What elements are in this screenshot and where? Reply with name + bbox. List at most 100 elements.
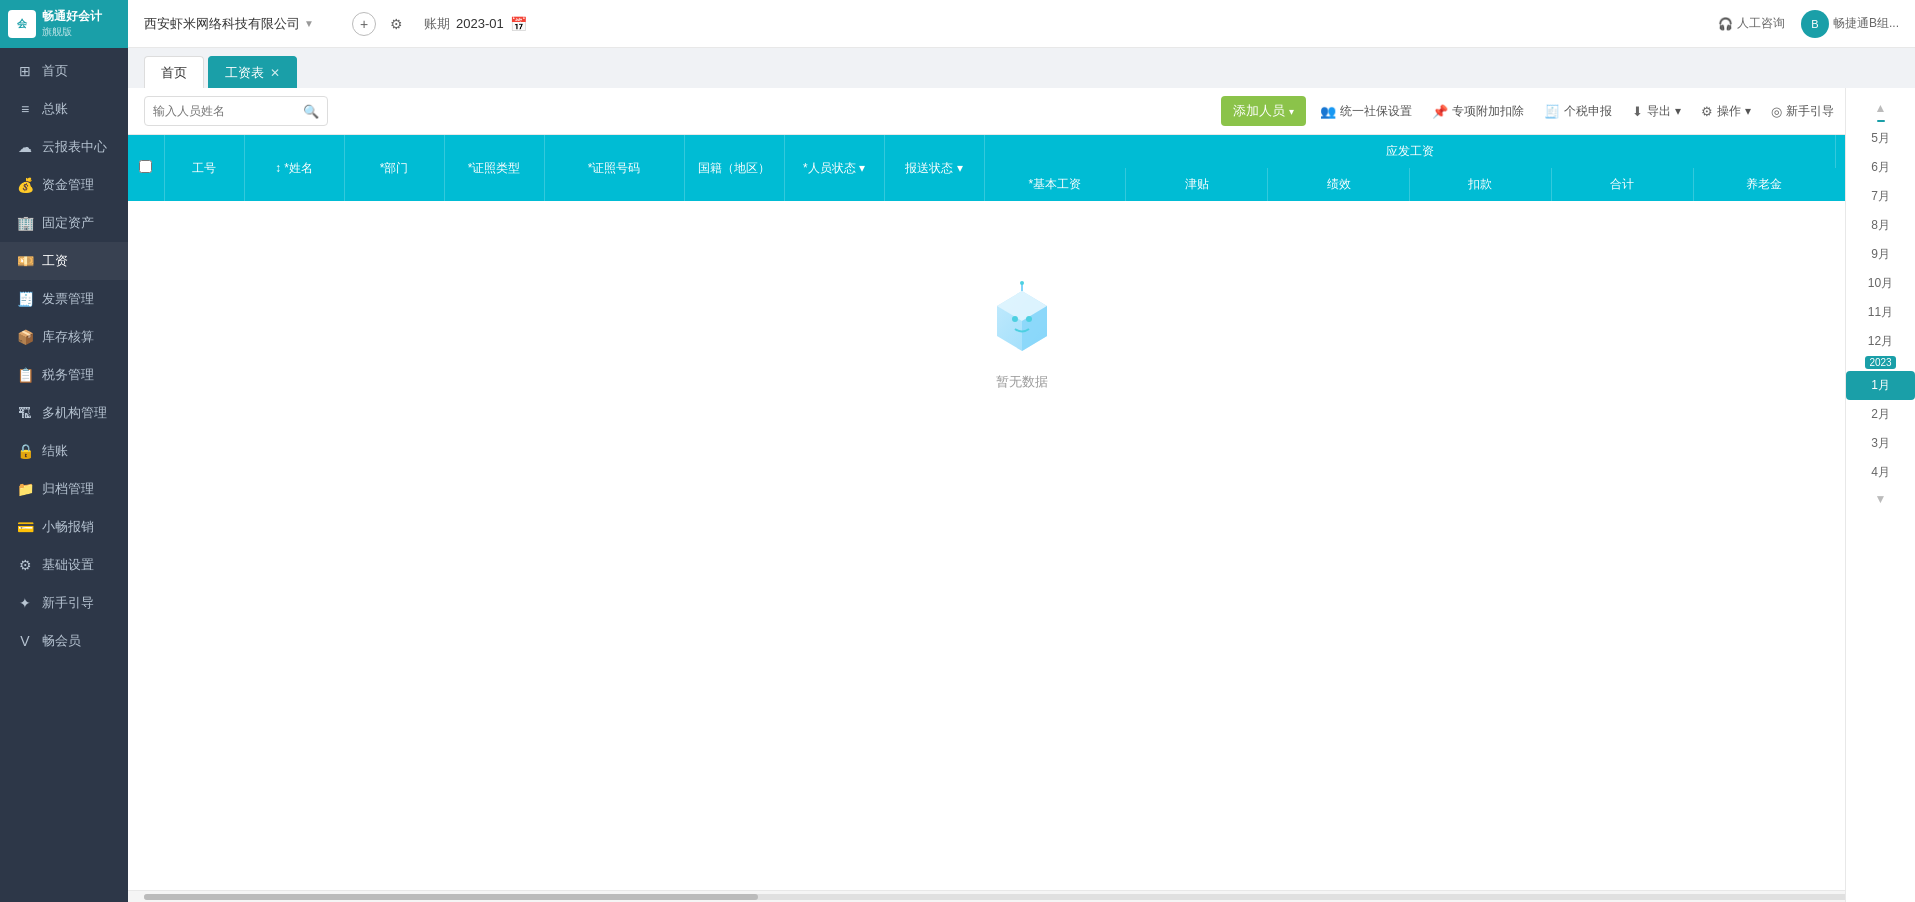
date-month-8[interactable]: 8月 bbox=[1846, 211, 1915, 240]
th-person-status[interactable]: *人员状态 ▾ bbox=[784, 135, 884, 201]
scroll-thumb[interactable] bbox=[144, 894, 758, 900]
sidebar-item-salary[interactable]: 💴 工资 bbox=[0, 242, 128, 280]
calendar-icon[interactable]: 📅 bbox=[510, 16, 527, 32]
sidebar-item-member[interactable]: V 畅会员 bbox=[0, 622, 128, 660]
sidebar-icon-funds: 💰 bbox=[16, 177, 34, 193]
operations-button[interactable]: ⚙ 操作 ▾ bbox=[1695, 96, 1757, 126]
th-dept: *部门 bbox=[344, 135, 444, 201]
sidebar-label-invoice: 发票管理 bbox=[42, 290, 94, 308]
search-icon[interactable]: 🔍 bbox=[303, 104, 319, 119]
add-people-label: 添加人员 bbox=[1233, 102, 1285, 120]
sidebar-item-funds[interactable]: 💰 资金管理 bbox=[0, 166, 128, 204]
date-month-1-2023[interactable]: 1月 bbox=[1846, 371, 1915, 400]
th-report-status[interactable]: 报送状态 ▾ bbox=[884, 135, 984, 201]
date-prev-button[interactable]: ▲ bbox=[1869, 96, 1893, 120]
sidebar-item-multi-org[interactable]: 🏗 多机构管理 bbox=[0, 394, 128, 432]
export-button[interactable]: ⬇ 导出 ▾ bbox=[1626, 96, 1687, 126]
sidebar-icon-inventory: 📦 bbox=[16, 329, 34, 345]
date-month-11[interactable]: 11月 bbox=[1846, 298, 1915, 327]
personal-tax-button[interactable]: 🧾 个税申报 bbox=[1538, 96, 1618, 126]
th-cert-type: *证照类型 bbox=[444, 135, 544, 201]
sidebar-icon-tax: 📋 bbox=[16, 367, 34, 383]
date-panel: ▲ 5月 6月 7月 8月 9月 10月 11月 12月 2023 1月 2月 … bbox=[1845, 88, 1915, 902]
tab-home[interactable]: 首页 bbox=[144, 56, 204, 88]
personal-tax-label: 个税申报 bbox=[1564, 103, 1612, 120]
customer-service[interactable]: 🎧 人工咨询 bbox=[1718, 15, 1785, 32]
sidebar-label-guide: 新手引导 bbox=[42, 594, 94, 612]
content-area: 🔍 添加人员 ▾ 👥 统一社保设置 📌 专项附加扣除 🧾 个税申报 ⬇ 导出 bbox=[128, 88, 1915, 902]
tab-salary[interactable]: 工资表 ✕ bbox=[208, 56, 297, 88]
th-deduction: 扣款 bbox=[1409, 168, 1551, 201]
table-header-row-1: 工号 ↕ *姓名 *部门 *证照类型 *证照号码 国籍（地区） *人员状态 ▾ … bbox=[128, 135, 1915, 168]
add-company-button[interactable]: + bbox=[352, 12, 376, 36]
sidebar-item-cloud-report[interactable]: ☁ 云报表中心 bbox=[0, 128, 128, 166]
date-month-5[interactable]: 5月 bbox=[1846, 124, 1915, 153]
horizontal-scrollbar[interactable] bbox=[128, 890, 1915, 902]
select-all-checkbox[interactable] bbox=[139, 160, 152, 173]
sidebar-item-close[interactable]: 🔒 结账 bbox=[0, 432, 128, 470]
special-deduction-icon: 📌 bbox=[1432, 104, 1448, 119]
sidebar-label-salary: 工资 bbox=[42, 252, 68, 270]
sidebar-item-fixed-assets[interactable]: 🏢 固定资产 bbox=[0, 204, 128, 242]
date-month-7[interactable]: 7月 bbox=[1846, 182, 1915, 211]
th-region: 国籍（地区） bbox=[684, 135, 784, 201]
sidebar-item-tax[interactable]: 📋 税务管理 bbox=[0, 356, 128, 394]
sidebar-item-invoice[interactable]: 🧾 发票管理 bbox=[0, 280, 128, 318]
date-month-6[interactable]: 6月 bbox=[1846, 153, 1915, 182]
svg-point-6 bbox=[1020, 281, 1024, 285]
empty-state-cell: 暂无数据 bbox=[128, 201, 1915, 471]
tab-salary-close[interactable]: ✕ bbox=[270, 66, 280, 80]
search-input[interactable] bbox=[153, 104, 303, 118]
topbar: 西安虾米网络科技有限公司 ▼ + ⚙ 账期 2023-01 📅 🎧 人工咨询 B… bbox=[128, 0, 1915, 48]
sidebar-icon-cloud-report: ☁ bbox=[16, 139, 34, 155]
headset-icon: 🎧 bbox=[1718, 17, 1733, 31]
date-month-9[interactable]: 9月 bbox=[1846, 240, 1915, 269]
date-month-4[interactable]: 4月 bbox=[1846, 458, 1915, 487]
th-checkbox[interactable] bbox=[128, 135, 164, 201]
tab-salary-label: 工资表 bbox=[225, 64, 264, 82]
social-insurance-button[interactable]: 👥 统一社保设置 bbox=[1314, 96, 1418, 126]
company-name: 西安虾米网络科技有限公司 bbox=[144, 15, 300, 33]
sidebar-label-home: 首页 bbox=[42, 62, 68, 80]
sidebar-icon-settings: ⚙ bbox=[16, 557, 34, 573]
sidebar-label-inventory: 库存核算 bbox=[42, 328, 94, 346]
empty-state: 暂无数据 bbox=[128, 201, 1915, 471]
company-selector[interactable]: 西安虾米网络科技有限公司 ▼ bbox=[144, 15, 344, 33]
sidebar-item-expense[interactable]: 💳 小畅报销 bbox=[0, 508, 128, 546]
date-month-12[interactable]: 12月 bbox=[1846, 327, 1915, 356]
sidebar-label-cloud-report: 云报表中心 bbox=[42, 138, 107, 156]
sidebar-label-archive: 归档管理 bbox=[42, 480, 94, 498]
logo-text: 畅通好会计 bbox=[42, 9, 102, 25]
empty-icon bbox=[982, 281, 1062, 361]
company-dropdown-icon: ▼ bbox=[304, 18, 314, 29]
date-month-2[interactable]: 2月 bbox=[1846, 400, 1915, 429]
sidebar-label-expense: 小畅报销 bbox=[42, 518, 94, 536]
sidebar-item-ledger[interactable]: ≡ 总账 bbox=[0, 90, 128, 128]
user-profile[interactable]: B 畅捷通B组... bbox=[1801, 10, 1899, 38]
date-next-button[interactable]: ▼ bbox=[1869, 487, 1893, 511]
th-performance: 绩效 bbox=[1268, 168, 1410, 201]
settings-button[interactable]: ⚙ bbox=[384, 12, 408, 36]
sidebar-item-home[interactable]: ⊞ 首页 bbox=[0, 52, 128, 90]
th-pension: 养老金 bbox=[1693, 168, 1835, 201]
tabbar: 首页 工资表 ✕ bbox=[128, 48, 1915, 88]
new-guide-button[interactable]: ◎ 新手引导 bbox=[1765, 96, 1840, 126]
date-month-3[interactable]: 3月 bbox=[1846, 429, 1915, 458]
table-body: 暂无数据 bbox=[128, 201, 1915, 471]
special-deduction-button[interactable]: 📌 专项附加扣除 bbox=[1426, 96, 1530, 126]
avatar: B bbox=[1801, 10, 1829, 38]
sidebar-item-settings[interactable]: ⚙ 基础设置 bbox=[0, 546, 128, 584]
th-id: 工号 bbox=[164, 135, 244, 201]
th-base-salary: *基本工资 bbox=[984, 168, 1126, 201]
th-name[interactable]: ↕ *姓名 bbox=[244, 135, 344, 201]
sidebar-item-inventory[interactable]: 📦 库存核算 bbox=[0, 318, 128, 356]
date-month-10[interactable]: 10月 bbox=[1846, 269, 1915, 298]
sidebar-icon-home: ⊞ bbox=[16, 63, 34, 79]
add-people-button[interactable]: 添加人员 ▾ bbox=[1221, 96, 1306, 126]
sidebar-label-tax: 税务管理 bbox=[42, 366, 94, 384]
sidebar-item-guide[interactable]: ✦ 新手引导 bbox=[0, 584, 128, 622]
sidebar-item-archive[interactable]: 📁 归档管理 bbox=[0, 470, 128, 508]
social-insurance-label: 统一社保设置 bbox=[1340, 103, 1412, 120]
personal-tax-icon: 🧾 bbox=[1544, 104, 1560, 119]
export-dropdown-icon: ▾ bbox=[1675, 104, 1681, 118]
